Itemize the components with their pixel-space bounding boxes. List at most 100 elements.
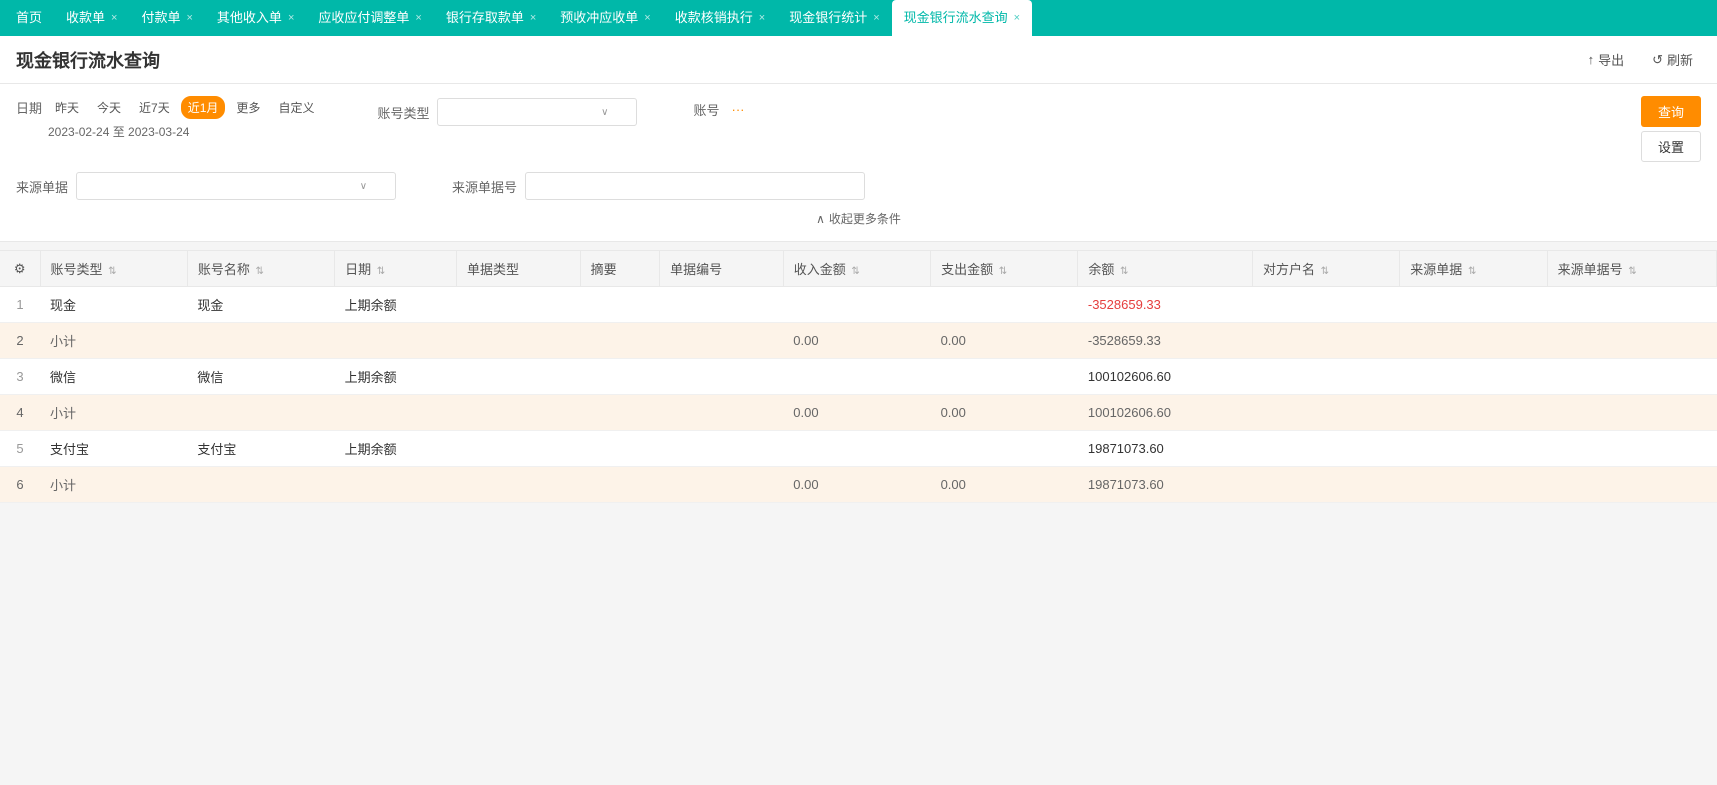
nav-ar-ap-adjust[interactable]: 应收应付调整单 × (306, 0, 433, 36)
nav-cash-bank-flow-label: 现金银行流水查询 (904, 0, 1008, 36)
nav-home[interactable]: 首页 (4, 0, 54, 36)
header-actions: ↑ 导出 ↺ 刷新 (1580, 46, 1701, 73)
page-title: 现金银行流水查询 (16, 47, 160, 73)
table-row[interactable]: 1 现金 现金 上期余额 -3528659.33 (0, 287, 1717, 323)
settings-button[interactable]: 设置 (1641, 131, 1701, 162)
sort-counter-party-icon[interactable]: ⇅ (1321, 266, 1329, 277)
nav-other-income-label: 其他收入单 (217, 0, 282, 36)
gear-icon[interactable]: ⚙ (14, 261, 26, 276)
date-range-display: 2023-02-24 至 2023-03-24 (48, 125, 189, 139)
export-button[interactable]: ↑ 导出 (1580, 46, 1633, 73)
nav-ar-ap-adjust-label: 应收应付调整单 (318, 0, 409, 36)
sort-source-doc-icon[interactable]: ⇅ (1468, 266, 1476, 277)
cell-expense (931, 287, 1078, 323)
sort-income-icon[interactable]: ⇅ (851, 266, 859, 277)
cell-num: 3 (0, 359, 40, 395)
date-btn-yesterday[interactable]: 昨天 (48, 96, 86, 119)
nav-collection-exec[interactable]: 收款核销执行 × (663, 0, 777, 36)
th-settings[interactable]: ⚙ (0, 251, 40, 287)
table-row[interactable]: 4 小计 0.00 0.00 100102606.60 (0, 395, 1717, 431)
th-source-doc: 来源单据 ⇅ (1400, 251, 1547, 287)
cell-expense: 0.00 (931, 467, 1078, 503)
cell-doc-num (660, 395, 784, 431)
nav-cash-bank-flow-close[interactable]: × (1014, 0, 1020, 36)
nav-receipts-label: 收款单 (66, 0, 105, 36)
nav-advance-offset-close[interactable]: × (644, 0, 650, 36)
cell-balance: 100102606.60 (1078, 359, 1253, 395)
cell-source-doc-num (1547, 287, 1716, 323)
date-btn-7days[interactable]: 近7天 (132, 96, 177, 119)
nav-cash-bank-flow[interactable]: 现金银行流水查询 × (892, 0, 1032, 36)
sort-date-icon[interactable]: ⇅ (377, 266, 385, 277)
nav-other-income[interactable]: 其他收入单 × (205, 0, 306, 36)
date-btn-1month[interactable]: 近1月 (181, 96, 226, 119)
nav-collection-exec-label: 收款核销执行 (675, 0, 753, 36)
table-body: 1 现金 现金 上期余额 -3528659.33 2 小计 0.00 0.00 … (0, 287, 1717, 503)
cell-doc-num (660, 359, 784, 395)
table-row[interactable]: 5 支付宝 支付宝 上期余额 19871073.60 (0, 431, 1717, 467)
th-income: 收入金额 ⇅ (783, 251, 930, 287)
collapse-button[interactable]: ∧ 收起更多条件 (808, 208, 909, 229)
account-ellipsis-button[interactable]: ··· (727, 98, 748, 121)
cell-account-type: 小计 (40, 323, 187, 359)
cell-date (335, 467, 457, 503)
account-type-label: 账号类型 (377, 103, 429, 122)
account-type-filter: 账号类型 ∨ (377, 98, 637, 126)
cell-num: 1 (0, 287, 40, 323)
cell-balance: 19871073.60 (1078, 431, 1253, 467)
collapse-icon: ∧ (816, 212, 825, 226)
cell-summary (580, 431, 660, 467)
table-row[interactable]: 6 小计 0.00 0.00 19871073.60 (0, 467, 1717, 503)
cell-doc-type (457, 323, 581, 359)
th-balance-label: 余额 (1088, 262, 1114, 277)
export-label: 导出 (1598, 50, 1624, 69)
nav-cash-bank-stats-close[interactable]: × (873, 0, 879, 36)
nav-payments-label: 付款单 (141, 0, 180, 36)
source-doc-num-input[interactable] (525, 172, 865, 200)
query-button[interactable]: 查询 (1641, 96, 1701, 127)
top-nav: 首页 收款单 × 付款单 × 其他收入单 × 应收应付调整单 × 银行存取款单 … (0, 0, 1717, 36)
sort-account-name-icon[interactable]: ⇅ (255, 266, 263, 277)
date-buttons: 昨天 今天 近7天 近1月 更多 自定义 (48, 96, 321, 119)
date-btn-today[interactable]: 今天 (90, 96, 128, 119)
refresh-button[interactable]: ↺ 刷新 (1644, 46, 1701, 73)
nav-receipts[interactable]: 收款单 × (54, 0, 129, 36)
account-type-select[interactable]: ∨ (437, 98, 637, 126)
data-table: ⚙ 账号类型 ⇅ 账号名称 ⇅ 日期 ⇅ 单据类型 摘要 (0, 250, 1717, 503)
cell-expense: 0.00 (931, 323, 1078, 359)
nav-payments-close[interactable]: × (186, 0, 192, 36)
cell-doc-num (660, 431, 784, 467)
nav-payments[interactable]: 付款单 × (129, 0, 204, 36)
cell-date: 上期余额 (335, 287, 457, 323)
th-account-name: 账号名称 ⇅ (187, 251, 334, 287)
cell-counter-party (1252, 323, 1399, 359)
table-row[interactable]: 3 微信 微信 上期余额 100102606.60 (0, 359, 1717, 395)
cell-income (783, 431, 930, 467)
date-btn-more[interactable]: 更多 (229, 96, 267, 119)
cell-source-doc-num (1547, 359, 1716, 395)
sort-balance-icon[interactable]: ⇅ (1120, 266, 1128, 277)
table-row[interactable]: 2 小计 0.00 0.00 -3528659.33 (0, 323, 1717, 359)
th-counter-party: 对方户名 ⇅ (1252, 251, 1399, 287)
sort-source-doc-num-icon[interactable]: ⇅ (1628, 266, 1636, 277)
source-doc-select[interactable]: ∨ (76, 172, 396, 200)
cell-balance: 100102606.60 (1078, 395, 1253, 431)
nav-cash-bank-stats[interactable]: 现金银行统计 × (777, 0, 891, 36)
nav-ar-ap-adjust-close[interactable]: × (415, 0, 421, 36)
cell-source-doc-num (1547, 431, 1716, 467)
nav-receipts-close[interactable]: × (111, 0, 117, 36)
nav-bank-deposit[interactable]: 银行存取款单 × (434, 0, 548, 36)
sort-account-type-icon[interactable]: ⇅ (108, 266, 116, 277)
cell-account-name: 微信 (187, 359, 334, 395)
cell-doc-num (660, 287, 784, 323)
sort-expense-icon[interactable]: ⇅ (999, 266, 1007, 277)
nav-advance-offset[interactable]: 预收冲应收单 × (548, 0, 662, 36)
cell-account-name (187, 395, 334, 431)
date-btn-custom[interactable]: 自定义 (271, 96, 321, 119)
nav-collection-exec-close[interactable]: × (759, 0, 765, 36)
cell-account-type: 支付宝 (40, 431, 187, 467)
nav-bank-deposit-close[interactable]: × (530, 0, 536, 36)
cell-balance: 19871073.60 (1078, 467, 1253, 503)
table-container: ⚙ 账号类型 ⇅ 账号名称 ⇅ 日期 ⇅ 单据类型 摘要 (0, 250, 1717, 503)
nav-other-income-close[interactable]: × (288, 0, 294, 36)
